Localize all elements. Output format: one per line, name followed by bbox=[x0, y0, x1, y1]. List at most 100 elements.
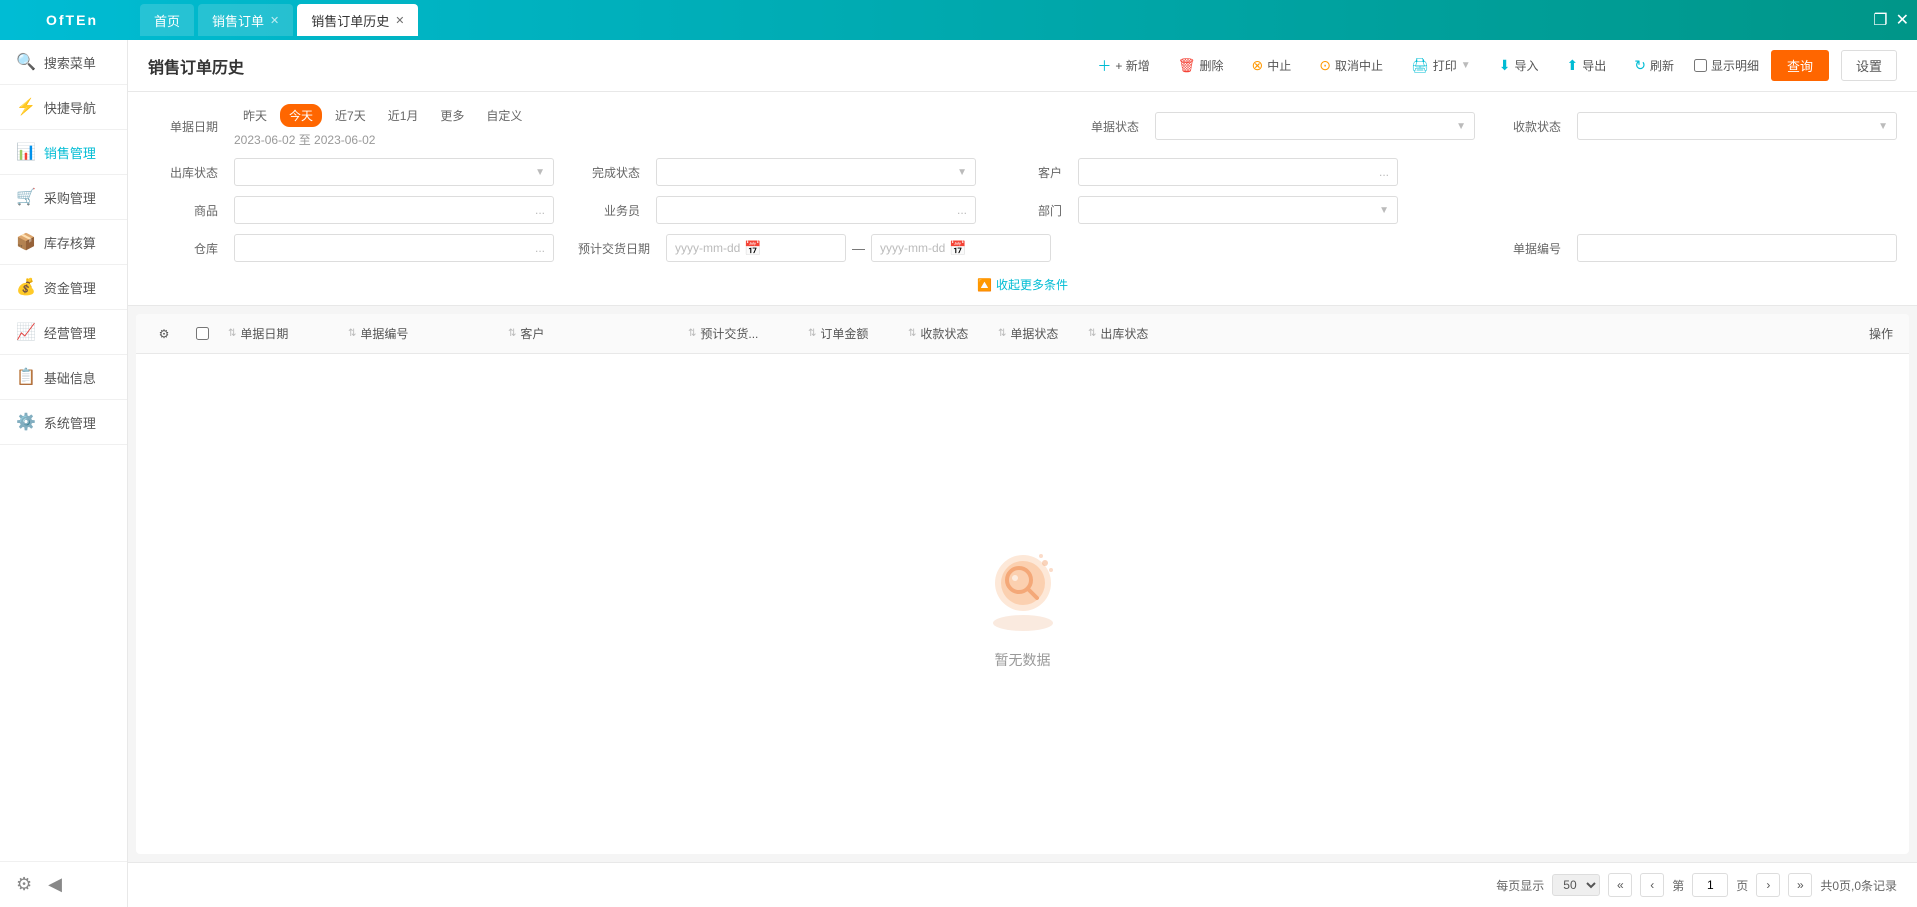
collapse-up-icon: 🔼 bbox=[977, 278, 992, 292]
product-dots: ... bbox=[535, 203, 545, 217]
th-expected-delivery[interactable]: ⇅ 预计交货... bbox=[680, 325, 800, 342]
refresh-button[interactable]: ↻ 刷新 bbox=[1626, 53, 1682, 78]
th-doc-date[interactable]: ⇅ 单据日期 bbox=[220, 325, 340, 342]
select-all-checkbox[interactable] bbox=[196, 327, 209, 340]
empty-state: 暂无数据 bbox=[136, 354, 1909, 854]
warehouse-dots: ... bbox=[535, 241, 545, 255]
th-checkbox[interactable] bbox=[184, 327, 220, 340]
table-header: ⚙ ⇅ 单据日期 ⇅ 单据编号 ⇅ 客户 bbox=[136, 314, 1909, 354]
sidebar-bottom: ⚙ ◀ bbox=[0, 861, 127, 907]
department-label: 部门 bbox=[992, 202, 1062, 219]
page-size-select[interactable]: 50 bbox=[1552, 874, 1600, 896]
sidebar-item-ops-mgmt[interactable]: 📈 经营管理 bbox=[0, 310, 127, 355]
page-title-bar: 销售订单历史 ＋ + 新增 🗑 删除 ⊗ 中止 ⊙ bbox=[128, 40, 1917, 92]
display-details-checkbox[interactable] bbox=[1694, 59, 1707, 72]
print-icon: 🖨 bbox=[1411, 57, 1429, 74]
date-btn-today[interactable]: 今天 bbox=[280, 104, 322, 127]
next-page-button[interactable]: › bbox=[1756, 873, 1780, 897]
customer-input[interactable]: ... bbox=[1078, 158, 1398, 186]
th-doc-no[interactable]: ⇅ 单据编号 bbox=[340, 325, 500, 342]
close-sales-order-tab[interactable]: ✕ bbox=[270, 14, 279, 27]
restore-button[interactable]: ❐ bbox=[1873, 10, 1887, 30]
warehouse-label: 仓库 bbox=[148, 240, 218, 257]
doc-status-dropdown-icon: ▼ bbox=[1456, 121, 1466, 132]
tab-sales-order[interactable]: 销售订单 ✕ bbox=[198, 4, 293, 36]
stop-icon: ⊗ bbox=[1252, 57, 1264, 74]
date-separator: — bbox=[852, 241, 865, 256]
sidebar-collapse-icon[interactable]: ◀ bbox=[48, 874, 62, 895]
th-order-amount[interactable]: ⇅ 订单金额 bbox=[800, 325, 900, 342]
basic-info-icon: 📋 bbox=[16, 367, 36, 387]
date-btn-yesterday[interactable]: 昨天 bbox=[234, 104, 276, 127]
th-action: 操作 bbox=[1180, 325, 1901, 342]
salesperson-input[interactable]: ... bbox=[656, 196, 976, 224]
warehouse-status-dropdown-icon: ▼ bbox=[535, 167, 545, 178]
sidebar-settings-icon[interactable]: ⚙ bbox=[16, 874, 32, 895]
print-button[interactable]: 🖨 打印 ▼ bbox=[1403, 53, 1479, 78]
date-btn-more[interactable]: 更多 bbox=[431, 104, 473, 127]
doc-number-input[interactable] bbox=[1577, 234, 1897, 262]
amount-sort-icon: ⇅ bbox=[808, 328, 816, 339]
sidebar-item-inventory-check[interactable]: 📦 库存核算 bbox=[0, 220, 127, 265]
payment-status-select[interactable]: ▼ bbox=[1577, 112, 1897, 140]
doc-date-sort-icon: ⇅ bbox=[228, 328, 236, 339]
new-button[interactable]: ＋ + 新增 bbox=[1089, 52, 1157, 80]
calendar-start-icon: 📅 bbox=[744, 240, 761, 257]
completion-status-label: 完成状态 bbox=[570, 164, 640, 181]
close-button[interactable]: ✕ bbox=[1896, 10, 1909, 30]
last-page-button[interactable]: » bbox=[1788, 873, 1812, 897]
filter-area: 单据日期 昨天 今天 近7天 近1月 更多 自定义 2023-06-02 bbox=[128, 92, 1917, 306]
th-payment-status[interactable]: ⇅ 收款状态 bbox=[900, 325, 990, 342]
sidebar: 🔍 搜索菜单 ⚡ 快捷导航 📊 销售管理 🛒 采购管理 📦 库存核算 💰 bbox=[0, 40, 128, 907]
doc-status-select[interactable]: ▼ bbox=[1155, 112, 1475, 140]
search-menu-icon: 🔍 bbox=[16, 52, 36, 72]
customer-dots: ... bbox=[1379, 165, 1389, 179]
empty-illustration bbox=[973, 538, 1073, 638]
customer-sort-icon: ⇅ bbox=[508, 328, 516, 339]
refresh-icon: ↻ bbox=[1634, 57, 1646, 74]
sidebar-item-sales-mgmt[interactable]: 📊 销售管理 bbox=[0, 130, 127, 175]
stop-button[interactable]: ⊗ 中止 bbox=[1244, 53, 1300, 78]
sidebar-item-quick-nav[interactable]: ⚡ 快捷导航 bbox=[0, 85, 127, 130]
th-warehouse-status[interactable]: ⇅ 出库状态 bbox=[1080, 325, 1180, 342]
export-button[interactable]: ⬆ 导出 bbox=[1558, 53, 1614, 78]
completion-status-dropdown-icon: ▼ bbox=[957, 167, 967, 178]
customer-label: 客户 bbox=[992, 164, 1062, 181]
close-sales-order-history-tab[interactable]: ✕ bbox=[395, 14, 404, 27]
tab-home[interactable]: 首页 bbox=[140, 4, 194, 36]
prev-page-button[interactable]: ‹ bbox=[1640, 873, 1664, 897]
first-page-button[interactable]: « bbox=[1608, 873, 1632, 897]
new-icon: ＋ bbox=[1097, 56, 1111, 76]
expected-delivery-end[interactable]: yyyy-mm-dd 📅 bbox=[871, 234, 1051, 262]
expected-delivery-start[interactable]: yyyy-mm-dd 📅 bbox=[666, 234, 846, 262]
warehouse-input[interactable]: ... bbox=[234, 234, 554, 262]
sidebar-item-search-menu[interactable]: 🔍 搜索菜单 bbox=[0, 40, 127, 85]
page-number-input[interactable] bbox=[1692, 873, 1728, 897]
warehouse-status-label: 出库状态 bbox=[148, 164, 218, 181]
sidebar-item-system-mgmt[interactable]: ⚙️ 系统管理 bbox=[0, 400, 127, 445]
department-select[interactable]: ▼ bbox=[1078, 196, 1398, 224]
th-customer[interactable]: ⇅ 客户 bbox=[500, 325, 680, 342]
sidebar-item-basic-info[interactable]: 📋 基础信息 bbox=[0, 355, 127, 400]
query-button[interactable]: 查询 bbox=[1771, 50, 1829, 81]
purchase-mgmt-icon: 🛒 bbox=[16, 187, 36, 207]
settings-button[interactable]: 设置 bbox=[1841, 50, 1897, 81]
delete-icon: 🗑 bbox=[1178, 57, 1196, 74]
completion-status-select[interactable]: ▼ bbox=[656, 158, 976, 186]
date-btn-1month[interactable]: 近1月 bbox=[379, 104, 428, 127]
import-button[interactable]: ⬇ 导入 bbox=[1491, 53, 1547, 78]
th-gear[interactable]: ⚙ bbox=[144, 327, 184, 341]
sidebar-item-fund-mgmt[interactable]: 💰 资金管理 bbox=[0, 265, 127, 310]
tab-sales-order-history[interactable]: 销售订单历史 ✕ bbox=[297, 4, 418, 36]
warehouse-status-select[interactable]: ▼ bbox=[234, 158, 554, 186]
product-input[interactable]: ... bbox=[234, 196, 554, 224]
delete-button[interactable]: 🗑 删除 bbox=[1170, 53, 1232, 78]
page-label: 页 bbox=[1736, 877, 1748, 894]
display-details-checkbox-label[interactable]: 显示明细 bbox=[1694, 57, 1759, 74]
cancel-stop-button[interactable]: ⊙ 取消中止 bbox=[1311, 53, 1391, 78]
collapse-bar[interactable]: 🔼 收起更多条件 bbox=[148, 272, 1897, 293]
date-btn-custom[interactable]: 自定义 bbox=[477, 104, 531, 127]
th-doc-status[interactable]: ⇅ 单据状态 bbox=[990, 325, 1080, 342]
date-btn-7days[interactable]: 近7天 bbox=[326, 104, 375, 127]
sidebar-item-purchase-mgmt[interactable]: 🛒 采购管理 bbox=[0, 175, 127, 220]
